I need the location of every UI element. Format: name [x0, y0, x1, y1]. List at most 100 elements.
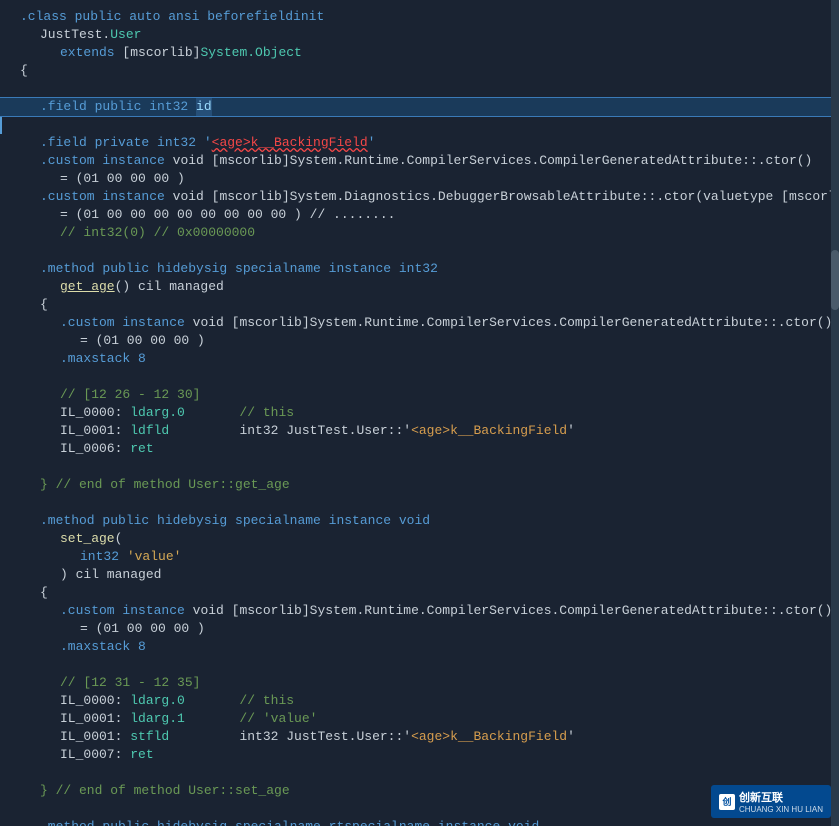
code-token: JustTest. [40, 26, 110, 44]
table-row: .custom instance void [mscorlib]System.R… [0, 152, 839, 170]
table-row: .custom instance void [mscorlib]System.R… [0, 602, 839, 620]
code-token: ' [567, 422, 575, 440]
scrollbar[interactable] [831, 0, 839, 826]
code-token: { [20, 62, 28, 80]
table-row: .method public hidebysig specialname rts… [0, 818, 839, 826]
table-row: .custom instance void [mscorlib]System.D… [0, 188, 839, 206]
code-token: } // end of method User::get_age [40, 476, 290, 494]
table-row: IL_0000: ldarg.0 // this [0, 404, 839, 422]
code-token: .field public int32 [40, 98, 196, 116]
code-editor: .class public auto ansi beforefieldinitJ… [0, 0, 839, 826]
code-token: // [12 31 - 12 35] [60, 674, 200, 692]
code-token: = (01 00 00 00 ) [80, 332, 205, 350]
table-row: .field public int32 id [0, 98, 839, 116]
code-token: void [500, 818, 539, 826]
code-token: instance [329, 512, 391, 530]
table-row: .method public hidebysig specialname ins… [0, 512, 839, 530]
table-row: = (01 00 00 00 ) [0, 620, 839, 638]
code-token: .method public hidebysig specialname rts… [40, 818, 438, 826]
code-token: int32 [80, 548, 127, 566]
watermark-logo: 创 [719, 794, 735, 810]
table-row: IL_0007: ret [0, 746, 839, 764]
code-token: instance [438, 818, 500, 826]
code-token: // this [185, 692, 294, 710]
table-row: // [12 31 - 12 35] [0, 674, 839, 692]
table-row: .field private int32 '<age>k__BackingFie… [0, 134, 839, 152]
code-token: stfld [130, 728, 169, 746]
code-token: .maxstack 8 [60, 638, 146, 656]
code-token: void [mscorlib]System.Runtime.CompilerSe… [185, 602, 833, 620]
code-token: // 'value' [185, 710, 318, 728]
table-row: ) cil managed [0, 566, 839, 584]
code-token: = (01 00 00 00 ) [60, 170, 185, 188]
table-row: get_age() cil managed [0, 278, 839, 296]
code-token: () cil managed [115, 278, 224, 296]
code-token: [mscorlib] [122, 44, 200, 62]
code-token: IL_0001: [60, 728, 130, 746]
table-row: IL_0001: stfld int32 JustTest.User::'<ag… [0, 728, 839, 746]
table-row [0, 242, 839, 260]
code-token: ret [130, 440, 153, 458]
code-token: get_age [60, 278, 115, 296]
table-row: .method public hidebysig specialname ins… [0, 260, 839, 278]
code-token: .method public hidebysig specialname [40, 512, 329, 530]
table-row [0, 656, 839, 674]
code-token: ( [115, 530, 123, 548]
code-token: .custom [40, 152, 102, 170]
code-token: ' [567, 728, 575, 746]
code-token: .custom [60, 602, 122, 620]
code-token: void [mscorlib]System.Runtime.CompilerSe… [185, 314, 833, 332]
table-row [0, 494, 839, 512]
table-row: = (01 00 00 00 ) [0, 170, 839, 188]
code-token: <age>k__BackingField [411, 422, 567, 440]
scrollbar-thumb[interactable] [831, 250, 839, 310]
code-token: .custom [60, 314, 122, 332]
code-token: IL_0000: [60, 404, 130, 422]
table-row: .maxstack 8 [0, 350, 839, 368]
table-row: { [0, 296, 839, 314]
code-token: instance [122, 314, 184, 332]
code-token: instance [102, 188, 164, 206]
code-token: // this [185, 404, 294, 422]
code-token: void [mscorlib]System.Diagnostics.Debugg… [165, 188, 839, 206]
code-token: 'value' [127, 548, 182, 566]
code-token: IL_0001: [60, 710, 130, 728]
code-token: void [391, 512, 430, 530]
code-token: { [40, 296, 48, 314]
table-row: .class public auto ansi beforefieldinit [0, 8, 839, 26]
code-token: .custom [40, 188, 102, 206]
table-row [0, 458, 839, 476]
code-token: instance [122, 602, 184, 620]
table-row: int32 'value' [0, 548, 839, 566]
table-row: IL_0006: ret [0, 440, 839, 458]
table-row: { [0, 584, 839, 602]
code-token: int32 [391, 260, 438, 278]
code-token: ldarg.0 [130, 692, 185, 710]
code-token: .maxstack 8 [60, 350, 146, 368]
code-token: IL_0007: [60, 746, 130, 764]
table-row: // [12 26 - 12 30] [0, 386, 839, 404]
watermark: 创 创新互联 CHUANG XIN HU LIAN [711, 785, 831, 818]
table-row: .custom instance void [mscorlib]System.R… [0, 314, 839, 332]
code-token: User [110, 26, 141, 44]
table-row: extends [mscorlib]System.Object [0, 44, 839, 62]
table-row [0, 368, 839, 386]
code-token: // int32(0) // 0x00000000 [60, 224, 255, 242]
code-token: int32 JustTest.User::' [169, 422, 411, 440]
table-row: = (01 00 00 00 ) [0, 332, 839, 350]
table-row: = (01 00 00 00 00 00 00 00 00 ) // .....… [0, 206, 839, 224]
table-row: .maxstack 8 [0, 638, 839, 656]
code-token: } // end of method User::set_age [40, 782, 290, 800]
table-row [0, 116, 839, 134]
code-token: ' [368, 134, 376, 152]
table-row: } // end of method User::get_age [0, 476, 839, 494]
watermark-text: 创新互联 CHUANG XIN HU LIAN [739, 789, 823, 814]
table-row: IL_0001: ldfld int32 JustTest.User::'<ag… [0, 422, 839, 440]
code-token: id [196, 98, 212, 116]
code-token: .method public hidebysig specialname [40, 260, 329, 278]
code-token: ldfld [130, 422, 169, 440]
code-token: IL_0001: [60, 422, 130, 440]
code-token: set_age [60, 530, 115, 548]
code-token: instance [102, 152, 164, 170]
code-token: instance [329, 260, 391, 278]
